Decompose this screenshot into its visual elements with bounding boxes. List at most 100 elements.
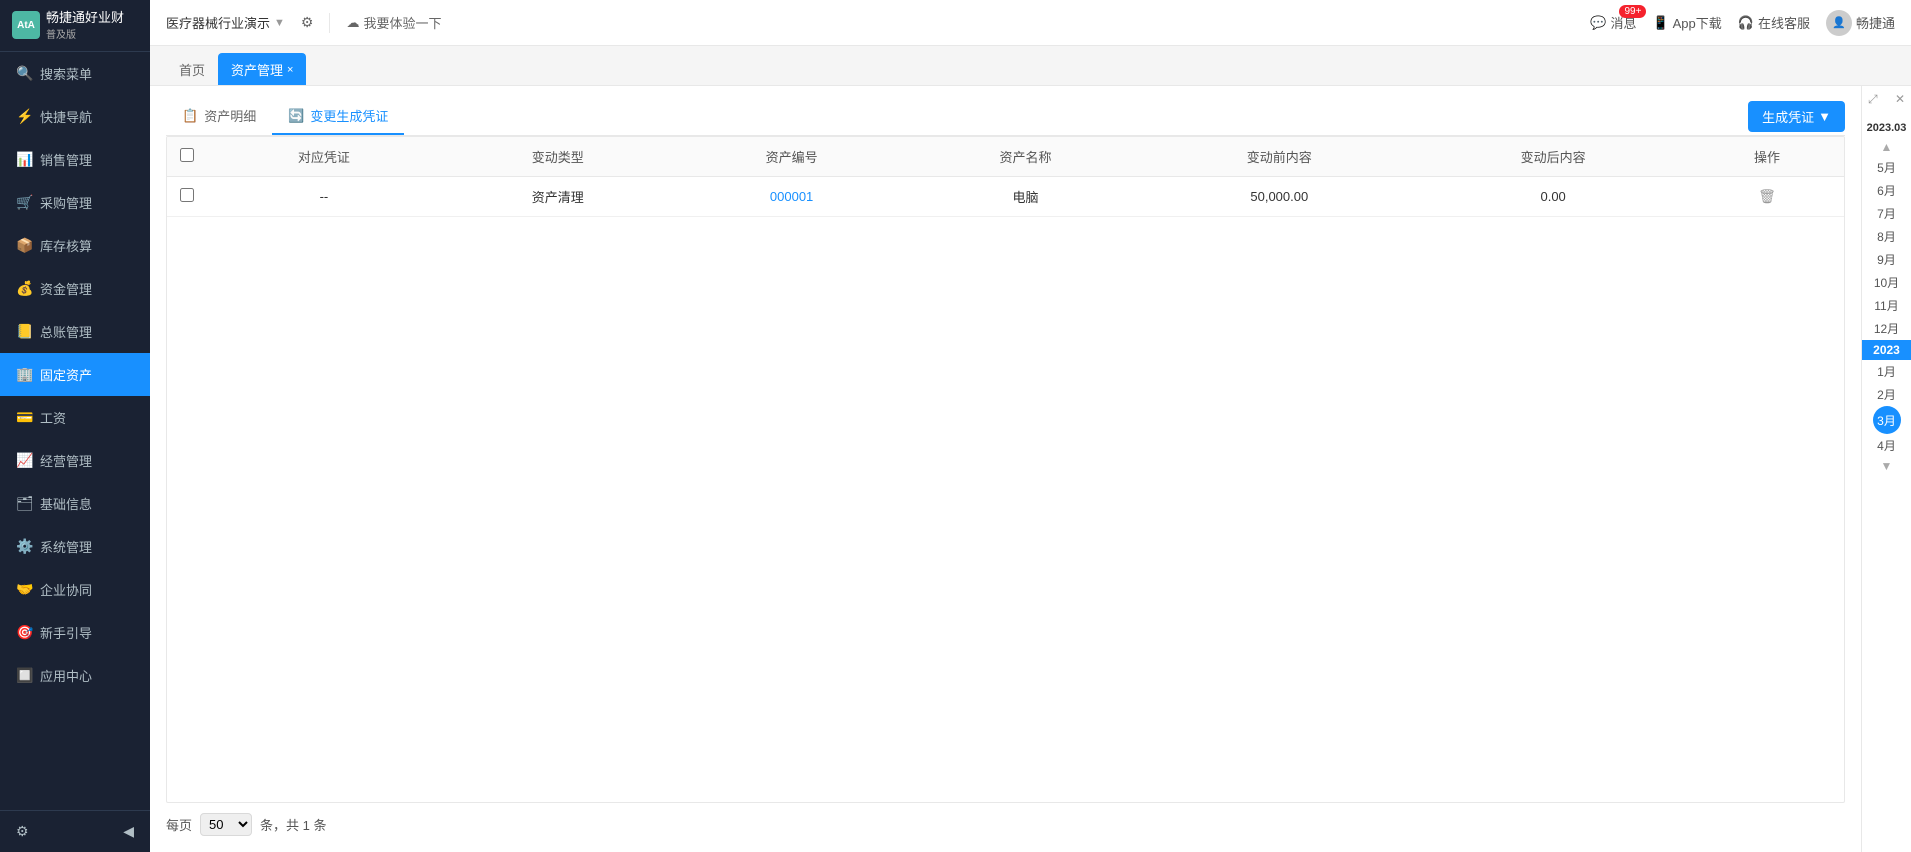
delete-row-icon[interactable]: 🗑 bbox=[1758, 188, 1776, 204]
app-download-icon: 📱 bbox=[1652, 15, 1668, 31]
panel-current-date: 2023.03 bbox=[1862, 118, 1911, 138]
col-checkbox bbox=[167, 137, 207, 177]
settings-footer-icon[interactable]: ⚙ bbox=[16, 823, 29, 840]
sidebar-label-funds: 资金管理 bbox=[40, 279, 92, 298]
sidebar-item-operations[interactable]: 📈 经营管理 bbox=[0, 439, 150, 482]
purchase-icon: 🛒 bbox=[16, 194, 32, 211]
sidebar-item-apps[interactable]: 🔲 应用中心 bbox=[0, 654, 150, 697]
customer-service-label: 在线客服 bbox=[1758, 13, 1810, 32]
cal-month-9[interactable]: 9月 bbox=[1862, 248, 1911, 271]
apps-icon: 🔲 bbox=[16, 667, 32, 684]
per-page-select[interactable]: 50 20 100 bbox=[200, 813, 252, 836]
sidebar-label-inventory: 库存核算 bbox=[40, 236, 92, 255]
row-asset-name: 电脑 bbox=[909, 177, 1143, 217]
collapse-icon[interactable]: ◀ bbox=[123, 823, 134, 840]
col-action: 操作 bbox=[1690, 137, 1844, 177]
cal-month-4[interactable]: 4月 bbox=[1862, 434, 1911, 457]
cal-year-2023[interactable]: 2023 bbox=[1862, 340, 1911, 360]
cal-month-11[interactable]: 11月 bbox=[1862, 294, 1911, 317]
sidebar-item-ledger[interactable]: 📒 总账管理 bbox=[0, 310, 150, 353]
cal-month-6[interactable]: 6月 bbox=[1862, 179, 1911, 202]
guide-icon: 🎯 bbox=[16, 624, 32, 641]
cal-month-7[interactable]: 7月 bbox=[1862, 202, 1911, 225]
total-label: 条，共 1 条 bbox=[260, 815, 326, 834]
sidebar-item-sales[interactable]: 📊 销售管理 bbox=[0, 138, 150, 181]
app-download-label: App下载 bbox=[1673, 13, 1722, 32]
row-before-change: 50,000.00 bbox=[1142, 177, 1416, 217]
sidebar-item-search[interactable]: 🔍 搜索菜单 bbox=[0, 52, 150, 95]
sidebar-item-inventory[interactable]: 📦 库存核算 bbox=[0, 224, 150, 267]
tab-home[interactable]: 首页 bbox=[166, 53, 218, 85]
sidebar-label-operations: 经营管理 bbox=[40, 451, 92, 470]
panel-close-icon[interactable]: ✕ bbox=[1895, 92, 1905, 106]
sub-tab-change-voucher[interactable]: 🔄 变更生成凭证 bbox=[272, 98, 404, 135]
panel-expand-icon[interactable]: ⤢ bbox=[1868, 92, 1878, 107]
sales-icon: 📊 bbox=[16, 151, 32, 168]
topbar: 医疗器械行业演示 ▼ ⚙ ☁ 我要体验一下 💬 消息 99+ 📱 App下载 🎧… bbox=[150, 0, 1911, 46]
cal-month-3-active[interactable]: 3月 bbox=[1873, 406, 1901, 434]
col-after-change: 变动后内容 bbox=[1416, 137, 1690, 177]
cal-month-5[interactable]: 5月 bbox=[1862, 156, 1911, 179]
tab-home-label: 首页 bbox=[179, 60, 205, 79]
tabbar: 首页 资产管理 × bbox=[150, 46, 1911, 86]
sidebar: AtA 畅捷通好业财 普及版 🔍 搜索菜单 ⚡ 快捷导航 📊 销售管理 🛒 采购… bbox=[0, 0, 150, 852]
sidebar-label-ledger: 总账管理 bbox=[40, 322, 92, 341]
topbar-settings-icon[interactable]: ⚙ bbox=[301, 14, 314, 31]
messages-btn[interactable]: 💬 消息 99+ bbox=[1590, 13, 1636, 32]
col-asset-code: 资产编号 bbox=[675, 137, 909, 177]
row-checkbox-cell bbox=[167, 177, 207, 217]
sidebar-item-payroll[interactable]: 💳 工资 bbox=[0, 396, 150, 439]
sidebar-label-apps: 应用中心 bbox=[40, 666, 92, 685]
row-checkbox[interactable] bbox=[180, 188, 194, 202]
cal-month-1[interactable]: 1月 bbox=[1862, 360, 1911, 383]
sidebar-item-system[interactable]: ⚙️ 系统管理 bbox=[0, 525, 150, 568]
sidebar-item-funds[interactable]: 💰 资金管理 bbox=[0, 267, 150, 310]
change-voucher-icon: 🔄 bbox=[288, 108, 304, 124]
cal-month-12[interactable]: 12月 bbox=[1862, 317, 1911, 340]
right-panel: ✕ ⤢ 2023.03 ▲ 5月 6月 7月 8月 9月 10月 11月 12月… bbox=[1861, 86, 1911, 852]
company-selector[interactable]: 医疗器械行业演示 ▼ bbox=[166, 13, 285, 32]
generate-voucher-btn[interactable]: 生成凭证 ▼ bbox=[1748, 101, 1845, 132]
sub-tab-asset-detail[interactable]: 📋 资产明细 bbox=[166, 98, 272, 135]
main-with-panel: 📋 资产明细 🔄 变更生成凭证 生成凭证 ▼ bbox=[150, 86, 1911, 852]
row-change-type: 资产清理 bbox=[441, 177, 675, 217]
user-label: 畅捷通 bbox=[1856, 13, 1895, 32]
cal-scroll-up[interactable]: ▲ bbox=[1881, 138, 1893, 156]
per-page-label: 每页 bbox=[166, 815, 192, 834]
company-name: 医疗器械行业演示 bbox=[166, 13, 270, 32]
logo-subtitle: 普及版 bbox=[46, 26, 124, 41]
sidebar-item-quicknav[interactable]: ⚡ 快捷导航 bbox=[0, 95, 150, 138]
tab-close-icon[interactable]: × bbox=[287, 64, 293, 76]
sidebar-item-purchase[interactable]: 🛒 采购管理 bbox=[0, 181, 150, 224]
sidebar-logo: AtA 畅捷通好业财 普及版 bbox=[0, 0, 150, 52]
sidebar-item-collab[interactable]: 🤝 企业协同 bbox=[0, 568, 150, 611]
cal-month-10[interactable]: 10月 bbox=[1862, 271, 1911, 294]
table-header-row: 对应凭证 变动类型 资产编号 资产名称 变动前内容 变动后内容 操作 bbox=[167, 137, 1844, 177]
tab-asset-management-label: 资产管理 bbox=[231, 60, 283, 79]
sub-tabs: 📋 资产明细 🔄 变更生成凭证 生成凭证 ▼ bbox=[166, 98, 1845, 136]
cal-month-2[interactable]: 2月 bbox=[1862, 383, 1911, 406]
user-menu[interactable]: 👤 畅捷通 bbox=[1826, 10, 1895, 36]
experience-btn[interactable]: ☁ 我要体验一下 bbox=[346, 13, 441, 32]
sidebar-nav: 🔍 搜索菜单 ⚡ 快捷导航 📊 销售管理 🛒 采购管理 📦 库存核算 💰 资金管… bbox=[0, 52, 150, 810]
sidebar-item-fixed-assets[interactable]: 🏢 固定资产 bbox=[0, 353, 150, 396]
app-download-btn[interactable]: 📱 App下载 bbox=[1652, 13, 1721, 32]
main-area: 医疗器械行业演示 ▼ ⚙ ☁ 我要体验一下 💬 消息 99+ 📱 App下载 🎧… bbox=[150, 0, 1911, 852]
customer-service-btn[interactable]: 🎧 在线客服 bbox=[1738, 13, 1810, 32]
sidebar-label-fixed-assets: 固定资产 bbox=[40, 365, 92, 384]
sidebar-item-basics[interactable]: 🗂 基础信息 bbox=[0, 482, 150, 525]
cal-scroll-down[interactable]: ▼ bbox=[1881, 457, 1893, 475]
pagination: 每页 50 20 100 条，共 1 条 bbox=[166, 803, 1845, 840]
topbar-right: 💬 消息 99+ 📱 App下载 🎧 在线客服 👤 畅捷通 bbox=[1590, 10, 1895, 36]
content-area: 📋 资产明细 🔄 变更生成凭证 生成凭证 ▼ bbox=[150, 86, 1861, 852]
inventory-icon: 📦 bbox=[16, 237, 32, 254]
customer-service-icon: 🎧 bbox=[1738, 15, 1754, 31]
logo-icon: AtA bbox=[12, 11, 40, 39]
sidebar-item-guide[interactable]: 🎯 新手引导 bbox=[0, 611, 150, 654]
row-asset-code[interactable]: 000001 bbox=[675, 177, 909, 217]
tab-asset-management[interactable]: 资产管理 × bbox=[218, 53, 306, 85]
select-all-checkbox[interactable] bbox=[180, 148, 194, 162]
basics-icon: 🗂 bbox=[16, 495, 32, 512]
cal-month-8[interactable]: 8月 bbox=[1862, 225, 1911, 248]
funds-icon: 💰 bbox=[16, 280, 32, 297]
